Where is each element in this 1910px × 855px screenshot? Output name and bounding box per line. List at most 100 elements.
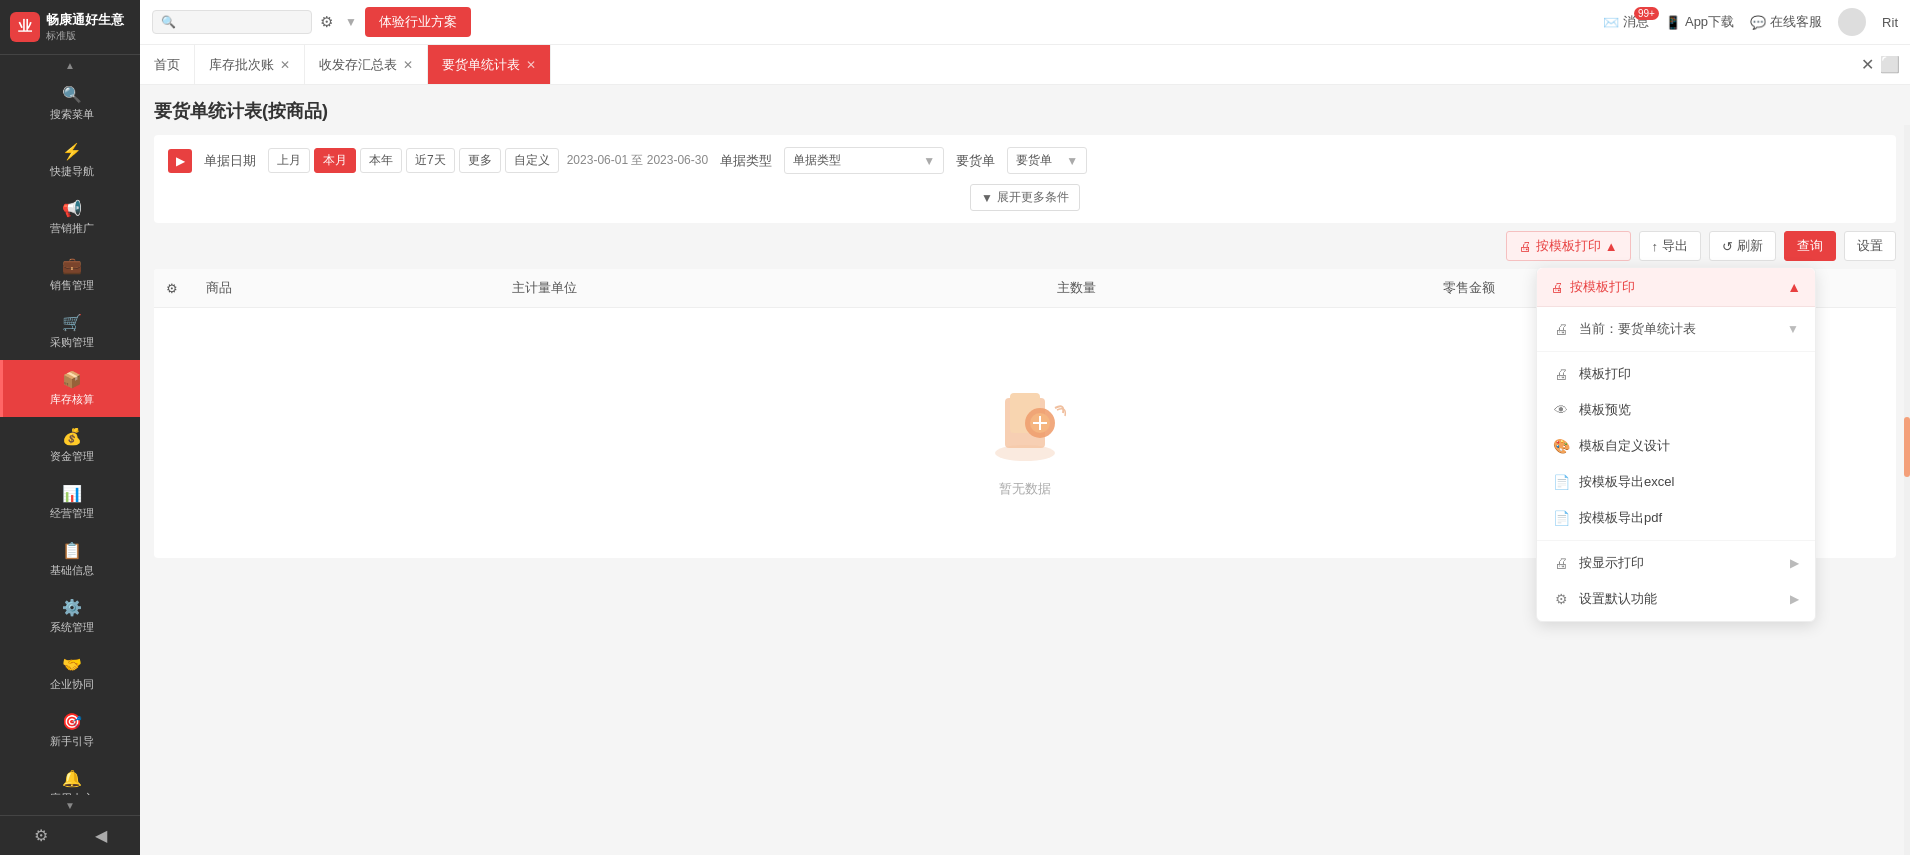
- query-btn[interactable]: 查询: [1784, 231, 1836, 261]
- filter-row-1: ▶ 单据日期 上月 本月 本年 近7天 更多 自定义 2023-06-01 至 …: [168, 147, 1882, 174]
- sidebar-item-quick-nav[interactable]: ⚡ 快捷导航: [0, 132, 140, 189]
- tab-receipt-summary[interactable]: 收发存汇总表 ✕: [305, 45, 428, 84]
- dropdown-template-custom[interactable]: 🎨 模板自定义设计: [1537, 428, 1815, 464]
- tab-batch-account-label: 库存批次账: [209, 56, 274, 74]
- topbar-gear-icon[interactable]: ⚙: [320, 13, 333, 31]
- dropdown-template-preview[interactable]: 👁 模板预览: [1537, 392, 1815, 428]
- print-icon: 🖨: [1519, 239, 1532, 254]
- tab-order-stats[interactable]: 要货单统计表 ✕: [428, 45, 551, 84]
- app-center-icon: 🔔: [62, 769, 82, 788]
- collab-icon: 🤝: [62, 655, 82, 674]
- filter-collapse-btn[interactable]: ▶: [168, 149, 192, 173]
- table-col-settings[interactable]: ⚙: [154, 269, 194, 308]
- export-btn[interactable]: ↑ 导出: [1639, 231, 1702, 261]
- tab-batch-account-close[interactable]: ✕: [280, 58, 290, 72]
- tabs-bar: 首页 库存批次账 ✕ 收发存汇总表 ✕ 要货单统计表 ✕ ✕ ⬜: [140, 45, 1910, 85]
- display-print-label: 按显示打印: [1579, 554, 1644, 572]
- sidebar-item-finance[interactable]: 💰 资金管理: [0, 417, 140, 474]
- date-range-text: 2023-06-01 至 2023-06-30: [567, 152, 708, 169]
- print-template-btn[interactable]: 🖨 按模板打印 ▲: [1506, 231, 1631, 261]
- set-default-arrow: ▶: [1790, 592, 1799, 606]
- print-dropdown-title: 按模板打印: [1570, 278, 1635, 296]
- dropdown-template-print[interactable]: 🖨 模板打印: [1537, 356, 1815, 392]
- window-close-icon[interactable]: ✕: [1861, 55, 1874, 74]
- print-dropdown-chevron-up[interactable]: ▲: [1787, 279, 1801, 295]
- settings-bottom-icon[interactable]: ⚙: [34, 826, 48, 845]
- window-maximize-icon[interactable]: ⬜: [1880, 55, 1900, 74]
- message-icon: ✉️: [1603, 15, 1619, 30]
- sidebar-item-purchase[interactable]: 🛒 采购管理: [0, 303, 140, 360]
- settings-btn[interactable]: 设置: [1844, 231, 1896, 261]
- sidebar-item-app-center[interactable]: 🔔 应用中心: [0, 759, 140, 795]
- template-print-label: 模板打印: [1579, 365, 1631, 383]
- dropdown-current-item[interactable]: 🖨 当前：要货单统计表 ▼: [1537, 311, 1815, 347]
- dropdown-export-excel[interactable]: 📄 按模板导出excel: [1537, 464, 1815, 500]
- sidebar-item-system[interactable]: ⚙️ 系统管理: [0, 588, 140, 645]
- doc-type-select[interactable]: 单据类型 ▼: [784, 147, 944, 174]
- tab-batch-account[interactable]: 库存批次账 ✕: [195, 45, 305, 84]
- date-btn-more[interactable]: 更多: [459, 148, 501, 173]
- app-download-label: App下载: [1685, 13, 1734, 31]
- topbar-search[interactable]: 🔍: [152, 10, 312, 34]
- expand-label: 展开更多条件: [997, 189, 1069, 206]
- main-area: 🔍 ⚙ ▼ 体验行业方案 ✉️ 消息 99+ 📱 App下载 💬 在线客服 Ri…: [140, 0, 1910, 855]
- sales-icon: 💼: [62, 256, 82, 275]
- industry-btn[interactable]: 体验行业方案: [365, 7, 471, 37]
- right-scrollbar[interactable]: [1904, 125, 1910, 855]
- user-avatar[interactable]: [1838, 8, 1866, 36]
- date-btn-custom[interactable]: 自定义: [505, 148, 559, 173]
- dropdown-display-print[interactable]: 🖨 按显示打印 ▶: [1537, 545, 1815, 581]
- dropdown-set-default[interactable]: ⚙ 设置默认功能 ▶: [1537, 581, 1815, 617]
- sidebar-item-search[interactable]: 🔍 搜索菜单: [0, 75, 140, 132]
- refresh-label: 刷新: [1737, 237, 1763, 255]
- sidebar-item-operations[interactable]: 📊 经营管理: [0, 474, 140, 531]
- print-dropdown-controls: ▲: [1787, 279, 1801, 295]
- filter-card: ▶ 单据日期 上月 本月 本年 近7天 更多 自定义 2023-06-01 至 …: [154, 135, 1896, 223]
- sidebar-item-label-purchase: 采购管理: [50, 335, 94, 350]
- current-item-icon: 🖨: [1553, 321, 1569, 337]
- date-btn-last7[interactable]: 近7天: [406, 148, 455, 173]
- message-btn[interactable]: ✉️ 消息 99+: [1603, 13, 1649, 31]
- date-btn-prev-month[interactable]: 上月: [268, 148, 310, 173]
- date-btn-current-year[interactable]: 本年: [360, 148, 402, 173]
- refresh-btn[interactable]: ↺ 刷新: [1709, 231, 1776, 261]
- tab-receipt-summary-label: 收发存汇总表: [319, 56, 397, 74]
- tab-home[interactable]: 首页: [140, 45, 195, 84]
- sidebar-scroll-down[interactable]: ▼: [0, 795, 140, 815]
- purchase-icon: 🛒: [62, 313, 82, 332]
- export-pdf-label: 按模板导出pdf: [1579, 509, 1662, 527]
- sidebar-item-collab[interactable]: 🤝 企业协同: [0, 645, 140, 702]
- sidebar-item-marketing[interactable]: 📢 营销推广: [0, 189, 140, 246]
- sidebar-scroll-up[interactable]: ▲: [0, 55, 140, 75]
- app-download-btn[interactable]: 📱 App下载: [1665, 13, 1734, 31]
- sidebar-item-inventory[interactable]: 📦 库存核算: [0, 360, 140, 417]
- right-scrollbar-thumb: [1904, 417, 1910, 477]
- sidebar-item-label-search: 搜索菜单: [50, 107, 94, 122]
- current-item-label: 当前：要货单统计表: [1579, 320, 1696, 338]
- print-dropdown-icon: 🖨: [1551, 280, 1564, 295]
- tab-receipt-summary-close[interactable]: ✕: [403, 58, 413, 72]
- template-preview-icon: 👁: [1553, 402, 1569, 418]
- sidebar-item-guide[interactable]: 🎯 新手引导: [0, 702, 140, 759]
- app-logo-icon: 业: [10, 12, 40, 42]
- sidebar-item-basic-info[interactable]: 📋 基础信息: [0, 531, 140, 588]
- collapse-sidebar-icon[interactable]: ◀: [95, 826, 107, 845]
- basic-info-icon: 📋: [62, 541, 82, 560]
- tab-order-stats-close[interactable]: ✕: [526, 58, 536, 72]
- doc-type-value: 单据类型: [793, 152, 841, 169]
- order-status-select[interactable]: 要货单 ▼: [1007, 147, 1087, 174]
- query-label: 查询: [1797, 237, 1823, 255]
- online-service-btn[interactable]: 💬 在线客服: [1750, 13, 1822, 31]
- sidebar-item-sales[interactable]: 💼 销售管理: [0, 246, 140, 303]
- operations-icon: 📊: [62, 484, 82, 503]
- expand-conditions-btn[interactable]: ▼ 展开更多条件: [970, 184, 1080, 211]
- sidebar-bottom: ⚙ ◀: [0, 815, 140, 855]
- app-download-icon: 📱: [1665, 15, 1681, 30]
- dropdown-export-pdf[interactable]: 📄 按模板导出pdf: [1537, 500, 1815, 536]
- sidebar-nav: 🔍 搜索菜单 ⚡ 快捷导航 📢 营销推广 💼 销售管理 🛒 采购管理 📦 库存核…: [0, 75, 140, 795]
- date-btn-current-month[interactable]: 本月: [314, 148, 356, 173]
- page-title: 要货单统计表(按商品): [154, 99, 1896, 123]
- inventory-icon: 📦: [62, 370, 82, 389]
- empty-state-text: 暂无数据: [999, 480, 1051, 498]
- marketing-icon: 📢: [62, 199, 82, 218]
